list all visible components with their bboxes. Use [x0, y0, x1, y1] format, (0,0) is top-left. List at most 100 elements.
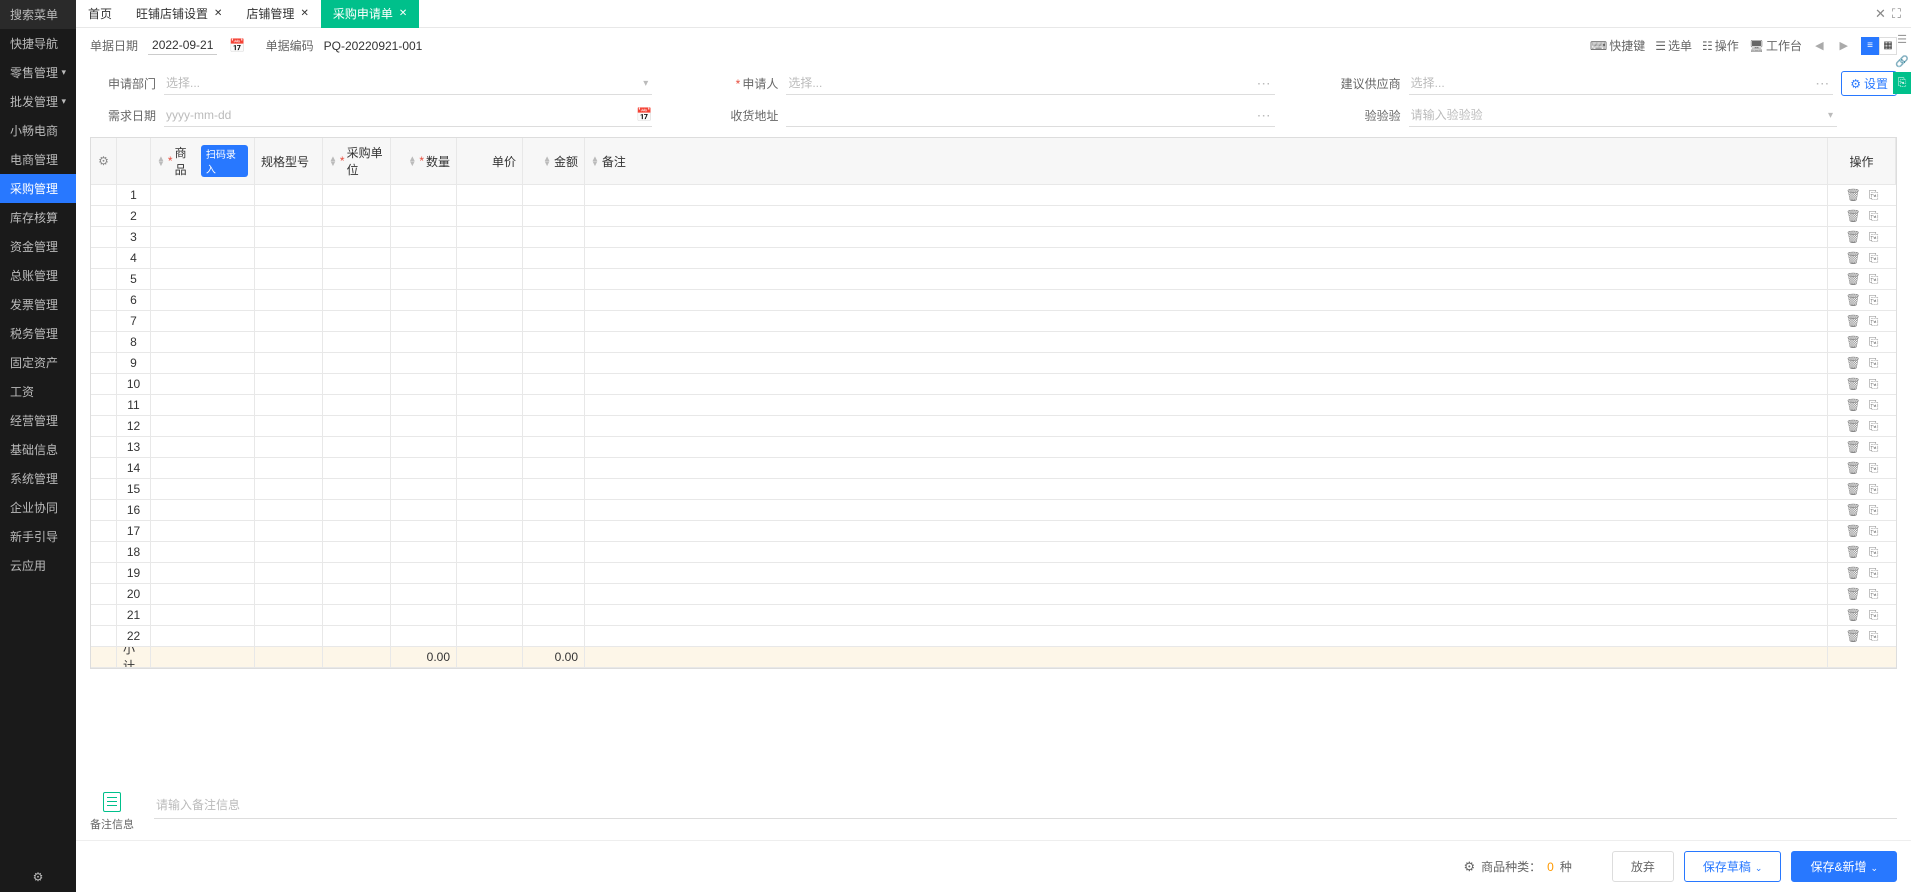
sidebar-item-8[interactable]: 资金管理 [0, 232, 76, 261]
sidebar-item-11[interactable]: 税务管理 [0, 319, 76, 348]
dept-input[interactable] [164, 72, 639, 94]
delete-icon[interactable]: 🗑 [1846, 461, 1861, 475]
table-row[interactable]: 22🗑⎘ [91, 626, 1896, 647]
sidebar-item-6[interactable]: 采购管理 [0, 174, 76, 203]
copy-icon[interactable]: ⎘ [1869, 293, 1879, 308]
delete-icon[interactable]: 🗑 [1846, 545, 1861, 559]
tab-3[interactable]: 采购申请单✕ [321, 0, 419, 28]
delete-icon[interactable]: 🗑 [1846, 524, 1861, 538]
sidebar-item-14[interactable]: 经营管理 [0, 406, 76, 435]
copy-icon[interactable]: ⎘ [1869, 503, 1879, 518]
sort-icon[interactable]: ▲▼ [543, 156, 551, 166]
sidebar-item-3[interactable]: 批发管理▾ [0, 87, 76, 116]
expand-icon[interactable]: ⛶ [1892, 6, 1901, 22]
copy-icon[interactable]: ⎘ [1869, 419, 1879, 434]
applicant-input[interactable] [786, 72, 1252, 94]
delete-icon[interactable]: 🗑 [1846, 440, 1861, 454]
copy-icon[interactable]: ⎘ [1869, 188, 1879, 203]
copy-icon[interactable]: ⎘ [1869, 545, 1879, 560]
sidebar-item-5[interactable]: 电商管理 [0, 145, 76, 174]
copy-icon[interactable]: ⎘ [1869, 440, 1879, 455]
copy-icon[interactable]: ⎘ [1869, 356, 1879, 371]
copy-icon[interactable]: ⎘ [1869, 461, 1879, 476]
calendar-icon[interactable]: 📅 [229, 38, 245, 54]
delete-icon[interactable]: 🗑 [1846, 629, 1861, 643]
sidebar-item-2[interactable]: 零售管理▾ [0, 58, 76, 87]
tab-0[interactable]: 首页 [76, 0, 124, 28]
delete-icon[interactable]: 🗑 [1846, 608, 1861, 622]
delete-icon[interactable]: 🗑 [1846, 314, 1861, 328]
close-icon[interactable]: ✕ [399, 8, 407, 19]
delete-icon[interactable]: 🗑 [1846, 482, 1861, 496]
sidebar-item-7[interactable]: 库存核算 [0, 203, 76, 232]
delete-icon[interactable]: 🗑 [1846, 272, 1861, 286]
table-row[interactable]: 6🗑⎘ [91, 290, 1896, 311]
date-value[interactable]: 2022-09-21 [148, 36, 217, 55]
sidebar-gear[interactable]: ⚙ [0, 862, 76, 892]
action-link[interactable]: ☷操作 [1702, 37, 1739, 54]
table-row[interactable]: 14🗑⎘ [91, 458, 1896, 479]
copy-icon[interactable]: ⎘ [1869, 230, 1879, 245]
rail-icon-3[interactable]: ⎘ [1893, 72, 1911, 94]
copy-icon[interactable]: ⎘ [1869, 335, 1879, 350]
copy-icon[interactable]: ⎘ [1869, 482, 1879, 497]
table-row[interactable]: 1🗑⎘ [91, 185, 1896, 206]
checker-input[interactable] [1409, 104, 1824, 126]
tab-1[interactable]: 旺铺店铺设置✕ [124, 0, 234, 28]
sidebar-item-0[interactable]: 搜索菜单 [0, 0, 76, 29]
sidebar-item-13[interactable]: 工资 [0, 377, 76, 406]
delete-icon[interactable]: 🗑 [1846, 566, 1861, 580]
need-date-input[interactable] [164, 104, 634, 126]
delete-icon[interactable]: 🗑 [1846, 230, 1861, 244]
table-row[interactable]: 21🗑⎘ [91, 605, 1896, 626]
ship-addr-input[interactable] [786, 104, 1252, 126]
table-row[interactable]: 4🗑⎘ [91, 248, 1896, 269]
chevron-down-icon[interactable]: ▾ [1824, 110, 1837, 121]
copy-icon[interactable]: ⎘ [1869, 629, 1879, 644]
delete-icon[interactable]: 🗑 [1846, 398, 1861, 412]
table-row[interactable]: 15🗑⎘ [91, 479, 1896, 500]
table-row[interactable]: 20🗑⎘ [91, 584, 1896, 605]
copy-icon[interactable]: ⎘ [1869, 398, 1879, 413]
prev-arrow[interactable]: ◀ [1812, 39, 1826, 52]
table-row[interactable]: 7🗑⎘ [91, 311, 1896, 332]
table-row[interactable]: 8🗑⎘ [91, 332, 1896, 353]
delete-icon[interactable]: 🗑 [1846, 587, 1861, 601]
delete-icon[interactable]: 🗑 [1846, 335, 1861, 349]
copy-icon[interactable]: ⎘ [1869, 314, 1879, 329]
copy-icon[interactable]: ⎘ [1869, 608, 1879, 623]
sidebar-item-12[interactable]: 固定资产 [0, 348, 76, 377]
sort-icon[interactable]: ▲▼ [591, 156, 599, 166]
notes-input[interactable] [154, 792, 1897, 819]
table-row[interactable]: 9🗑⎘ [91, 353, 1896, 374]
workbench-link[interactable]: 🖥工作台 [1749, 37, 1802, 54]
gear-icon[interactable]: ⚙ [1463, 859, 1475, 875]
rail-icon-1[interactable]: ☰ [1893, 28, 1911, 50]
supplier-input[interactable] [1409, 72, 1812, 94]
copy-icon[interactable]: ⎘ [1869, 566, 1879, 581]
close-icon[interactable]: ✕ [1875, 6, 1886, 22]
table-row[interactable]: 16🗑⎘ [91, 500, 1896, 521]
sort-icon[interactable]: ▲▼ [157, 156, 165, 166]
table-row[interactable]: 10🗑⎘ [91, 374, 1896, 395]
scan-tag[interactable]: 扫码录入 [201, 145, 248, 177]
more-icon[interactable]: ⋯ [1811, 75, 1833, 92]
sidebar-item-4[interactable]: 小畅电商 [0, 116, 76, 145]
sidebar-item-16[interactable]: 系统管理 [0, 464, 76, 493]
copy-icon[interactable]: ⎘ [1869, 377, 1879, 392]
sidebar-item-10[interactable]: 发票管理 [0, 290, 76, 319]
delete-icon[interactable]: 🗑 [1846, 419, 1861, 433]
discard-button[interactable]: 放弃 [1612, 851, 1674, 882]
gear-icon[interactable]: ⚙ [98, 154, 109, 168]
copy-icon[interactable]: ⎘ [1869, 251, 1879, 266]
settings-button[interactable]: ⚙设置 [1841, 71, 1897, 96]
delete-icon[interactable]: 🗑 [1846, 209, 1861, 223]
next-arrow[interactable]: ▶ [1837, 39, 1851, 52]
select-link[interactable]: ☰选单 [1655, 37, 1692, 54]
save-draft-button[interactable]: 保存草稿⌄ [1684, 851, 1782, 882]
chevron-down-icon[interactable]: ▾ [639, 78, 652, 89]
table-row[interactable]: 18🗑⎘ [91, 542, 1896, 563]
close-icon[interactable]: ✕ [214, 8, 222, 19]
close-icon[interactable]: ✕ [300, 8, 308, 19]
sidebar-item-15[interactable]: 基础信息 [0, 435, 76, 464]
